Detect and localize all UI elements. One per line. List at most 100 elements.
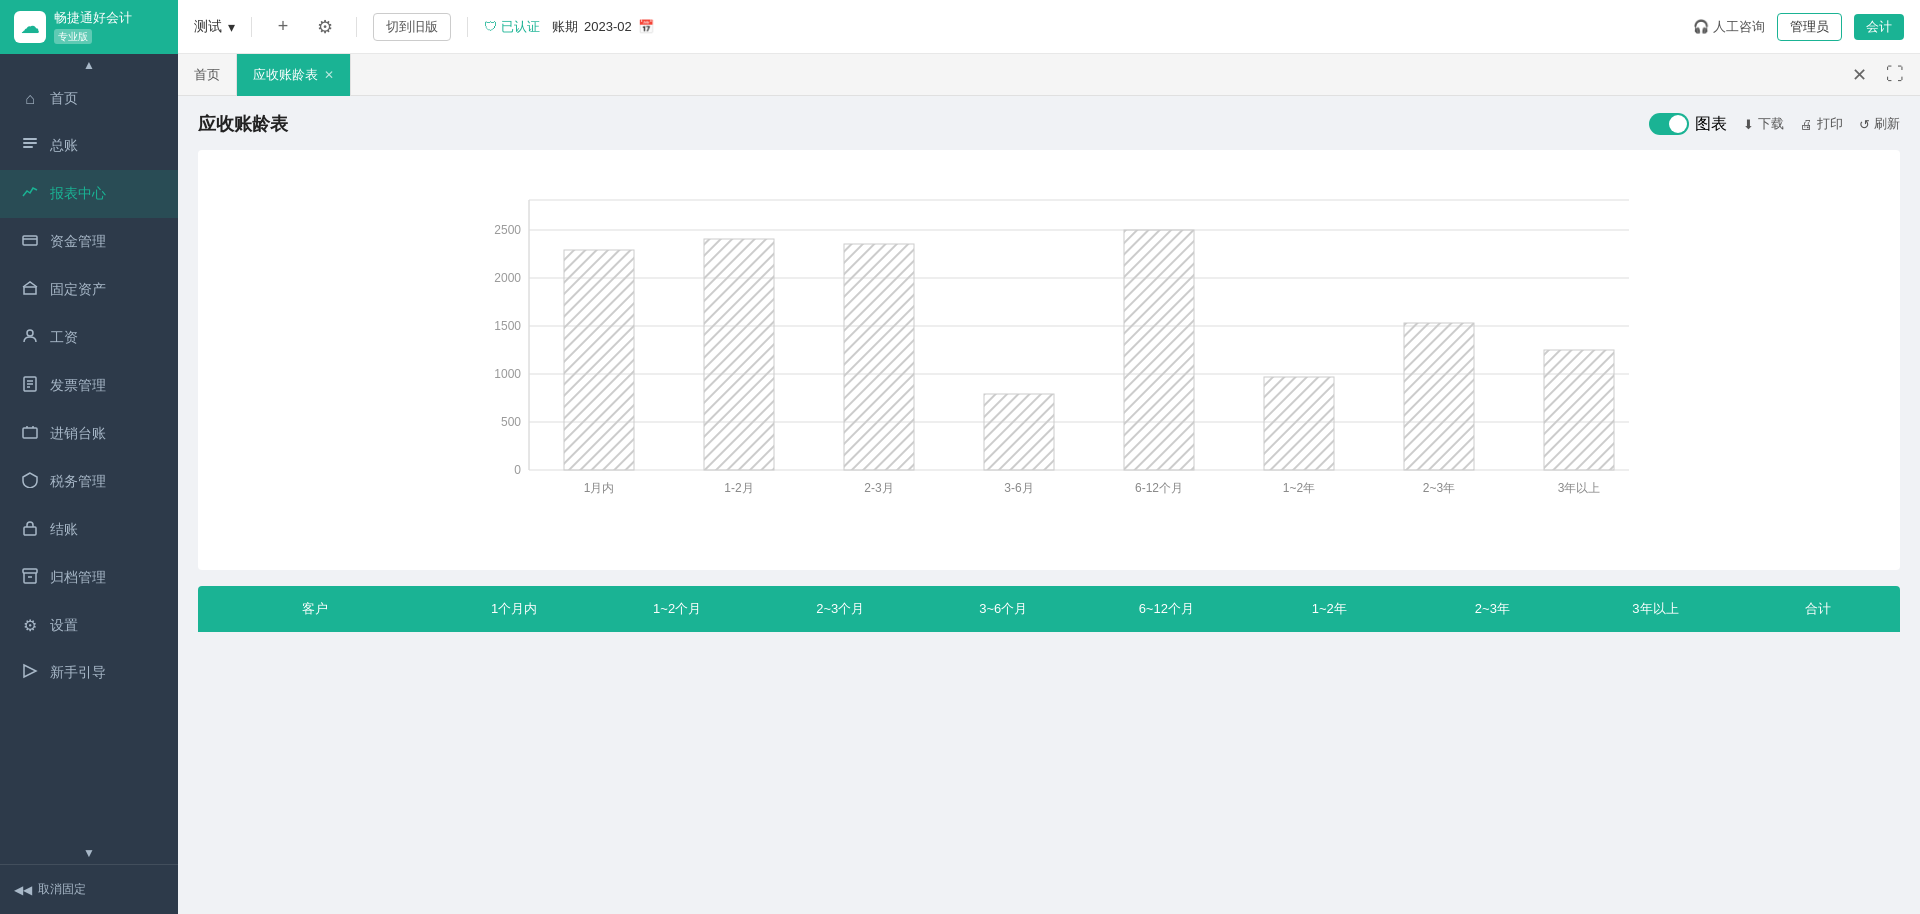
close-tab-button[interactable]: ✕ — [1844, 60, 1874, 90]
refresh-button[interactable]: ↺ 刷新 — [1859, 115, 1900, 133]
bar-2 — [704, 239, 774, 470]
wages-icon — [20, 328, 40, 348]
tax-icon — [20, 472, 40, 492]
svg-text:500: 500 — [501, 415, 521, 429]
invoices-icon — [20, 376, 40, 396]
download-icon: ⬇ — [1743, 117, 1754, 132]
sidebar-item-funds[interactable]: 资金管理 — [0, 218, 178, 266]
bar-3 — [844, 244, 914, 470]
bar-6 — [1264, 377, 1334, 470]
sidebar-item-archive[interactable]: 归档管理 — [0, 554, 178, 602]
table-header-customer: 客户 — [198, 586, 433, 632]
calendar-icon: 📅 — [638, 19, 654, 34]
guide-icon — [20, 663, 40, 683]
table-header: 客户 1个月内 1~2个月 2~3个月 3~6个月 6~12个月 1~2年 2~… — [198, 586, 1900, 632]
svg-text:6-12个月: 6-12个月 — [1135, 481, 1183, 495]
bar-8 — [1544, 350, 1614, 470]
role-button[interactable]: 会计 — [1854, 14, 1904, 40]
svg-text:1-2月: 1-2月 — [724, 481, 753, 495]
svg-text:0: 0 — [514, 463, 521, 477]
svg-text:1000: 1000 — [494, 367, 521, 381]
tab-home[interactable]: 首页 — [178, 54, 237, 96]
expand-tab-button[interactable]: ⛶ — [1880, 60, 1910, 90]
archive-icon — [20, 568, 40, 588]
page-content: 应收账龄表 图表 ⬇ 下载 🖨 打印 ↺ 刷新 — [178, 96, 1920, 914]
download-button[interactable]: ⬇ 下载 — [1743, 115, 1784, 133]
tabs-bar: 首页 应收账龄表 ✕ ✕ ⛶ — [178, 54, 1920, 96]
topbar: 测试 ▾ + ⚙ 切到旧版 🛡 已认证 账期 2023-02 📅 🎧 人工咨询 — [178, 0, 1920, 54]
topbar-right: 🎧 人工咨询 管理员 会计 — [1693, 13, 1904, 41]
manager-button[interactable]: 管理员 — [1777, 13, 1842, 41]
sidebar-bottom: ◀◀ 取消固定 — [0, 864, 178, 914]
consult-button[interactable]: 🎧 人工咨询 — [1693, 18, 1765, 36]
bar-4 — [984, 394, 1054, 470]
shield-icon: 🛡 — [484, 19, 497, 34]
reports-icon — [20, 184, 40, 204]
sidebar-logo: ☁ 畅捷通好会计 专业版 — [0, 0, 178, 54]
settings-icon: ⚙ — [20, 616, 40, 635]
svg-marker-17 — [24, 665, 36, 677]
svg-rect-3 — [23, 236, 37, 245]
switch-old-button[interactable]: 切到旧版 — [373, 13, 451, 41]
topbar-divider-1 — [251, 17, 252, 37]
close-account-icon — [20, 520, 40, 540]
sidebar-item-reports[interactable]: 报表中心 — [0, 170, 178, 218]
chart-toggle[interactable]: 图表 — [1649, 113, 1727, 135]
sidebar-item-assets[interactable]: 固定资产 — [0, 266, 178, 314]
headset-icon: 🎧 — [1693, 19, 1709, 34]
svg-text:1500: 1500 — [494, 319, 521, 333]
sidebar-item-sales[interactable]: 进销台账 — [0, 410, 178, 458]
assets-icon — [20, 280, 40, 300]
svg-rect-11 — [23, 428, 37, 438]
svg-text:1~2年: 1~2年 — [1283, 481, 1315, 495]
sidebar-scroll-down[interactable]: ▼ — [0, 842, 178, 864]
bar-1 — [564, 250, 634, 470]
sidebar-item-wages[interactable]: 工资 — [0, 314, 178, 362]
sidebar-scroll-up[interactable]: ▲ — [0, 54, 178, 76]
period-display[interactable]: 账期 2023-02 📅 — [552, 18, 654, 36]
settings-button[interactable]: ⚙ — [310, 12, 340, 42]
svg-text:2~3年: 2~3年 — [1423, 481, 1455, 495]
sidebar-item-ledger[interactable]: 总账 — [0, 122, 178, 170]
tab-close-icon[interactable]: ✕ — [324, 69, 334, 81]
chart-toggle-switch[interactable] — [1649, 113, 1689, 135]
sidebar-item-home[interactable]: ⌂ 首页 — [0, 76, 178, 122]
svg-rect-5 — [24, 287, 36, 294]
logo-text: 畅捷通好会计 专业版 — [54, 10, 132, 45]
sidebar-item-tax[interactable]: 税务管理 — [0, 458, 178, 506]
table-header-year3plus: 3年以上 — [1574, 586, 1737, 632]
sidebar-item-close[interactable]: 结账 — [0, 506, 178, 554]
chart-toggle-label: 图表 — [1695, 114, 1727, 135]
table-header-month1-2: 1~2个月 — [596, 586, 759, 632]
sidebar-nav: ⌂ 首页 总账 报表中心 资金管理 固定资产 — [0, 76, 178, 842]
page-actions: 图表 ⬇ 下载 🖨 打印 ↺ 刷新 — [1649, 113, 1900, 135]
table-header-month6-12: 6~12个月 — [1085, 586, 1248, 632]
page-title: 应收账龄表 — [198, 112, 288, 136]
sales-icon — [20, 424, 40, 444]
print-icon: 🖨 — [1800, 117, 1813, 132]
svg-rect-14 — [24, 527, 36, 535]
table-header-total: 合计 — [1737, 586, 1900, 632]
svg-text:3年以上: 3年以上 — [1558, 481, 1601, 495]
svg-text:2500: 2500 — [494, 223, 521, 237]
svg-text:2-3月: 2-3月 — [864, 481, 893, 495]
certified-badge: 🛡 已认证 — [484, 18, 540, 36]
workspace-selector[interactable]: 测试 ▾ — [194, 18, 235, 36]
bar-5 — [1124, 230, 1194, 470]
svg-text:3-6月: 3-6月 — [1004, 481, 1033, 495]
svg-rect-15 — [23, 569, 37, 573]
print-button[interactable]: 🖨 打印 — [1800, 115, 1843, 133]
table-header-year1-2: 1~2年 — [1248, 586, 1411, 632]
sidebar-item-settings[interactable]: ⚙ 设置 — [0, 602, 178, 649]
cancel-fixed-button[interactable]: ◀◀ 取消固定 — [14, 875, 164, 904]
main-area: 测试 ▾ + ⚙ 切到旧版 🛡 已认证 账期 2023-02 📅 🎧 人工咨询 — [178, 0, 1920, 914]
tab-aging[interactable]: 应收账龄表 ✕ — [237, 54, 351, 96]
svg-point-6 — [27, 330, 33, 336]
add-button[interactable]: + — [268, 12, 298, 42]
chart-container: 0 500 1000 1500 2000 2500 1月内 — [198, 150, 1900, 570]
sidebar-item-guide[interactable]: 新手引导 — [0, 649, 178, 697]
tabs-actions: ✕ ⛶ — [1844, 60, 1920, 90]
table-header-month1: 1个月内 — [433, 586, 596, 632]
svg-text:2000: 2000 — [494, 271, 521, 285]
sidebar-item-invoices[interactable]: 发票管理 — [0, 362, 178, 410]
